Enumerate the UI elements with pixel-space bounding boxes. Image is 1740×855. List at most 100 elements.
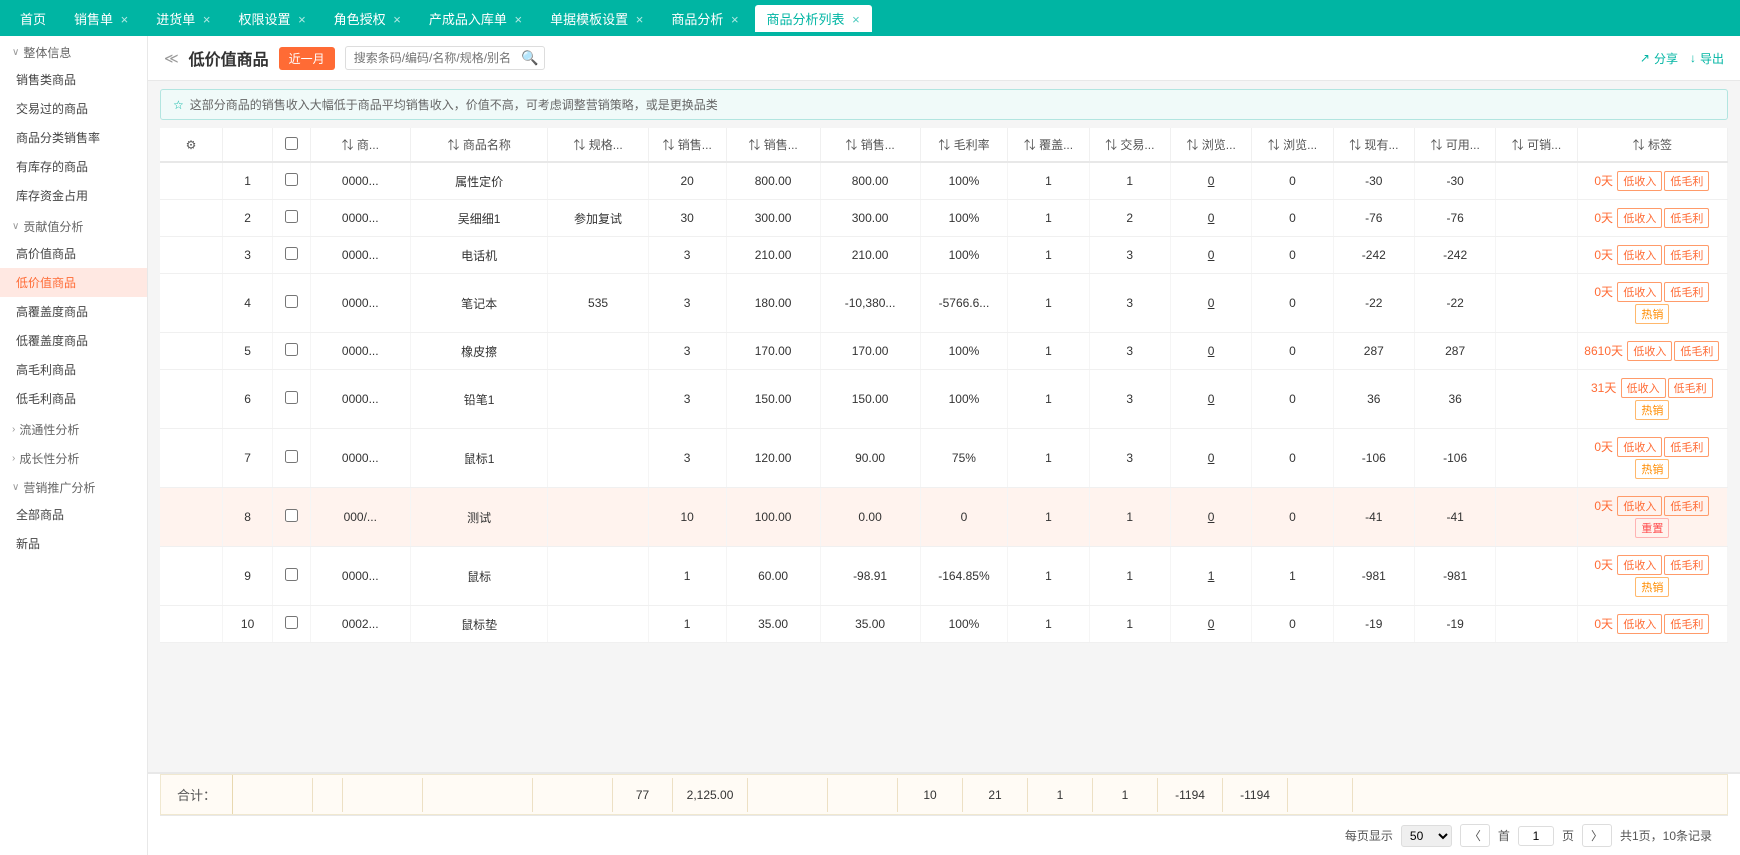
row-checkbox[interactable] [285, 616, 298, 629]
nav-tab-analysis[interactable]: 商品分析 × [659, 5, 750, 32]
sidebar-item-low-margin[interactable]: 低毛利商品 [0, 384, 147, 413]
select-all-checkbox[interactable] [285, 137, 298, 150]
col-header-sale-cost[interactable]: ⇅ 销售... [820, 128, 920, 162]
sidebar-section-marketing[interactable]: ∨ 营销推广分析 [0, 471, 147, 500]
export-btn[interactable]: ↓ 导出 [1690, 50, 1724, 67]
col-header-cover[interactable]: ⇅ 覆盖... [1008, 128, 1089, 162]
sort-icon-14: ⇅ [1512, 138, 1524, 152]
sidebar-item-category-rate[interactable]: 商品分类销售率 [0, 123, 147, 152]
col-header-settings[interactable]: ⚙ [160, 128, 223, 162]
row-checkbox[interactable] [285, 450, 298, 463]
nav-tab-purchase[interactable]: 进货单 × [144, 5, 222, 32]
sidebar-item-all-products[interactable]: 全部商品 [0, 500, 147, 529]
cell-check[interactable] [273, 370, 311, 429]
cell-check[interactable] [273, 333, 311, 370]
cell-browse2: 0 [1252, 333, 1333, 370]
col-header-sale-amt[interactable]: ⇅ 销售... [726, 128, 820, 162]
row-checkbox[interactable] [285, 391, 298, 404]
row-checkbox[interactable] [285, 568, 298, 581]
nav-tab-role[interactable]: 角色授权 × [322, 5, 413, 32]
days-badge: 0天 [1594, 558, 1613, 572]
nav-tab-sales[interactable]: 销售单 × [62, 5, 140, 32]
cell-check[interactable] [273, 488, 311, 547]
sidebar-item-low-value[interactable]: 低价值商品 [0, 268, 147, 297]
browse-link[interactable]: 0 [1208, 392, 1215, 406]
nav-tab-home[interactable]: 首页 [8, 5, 58, 32]
nav-tab-analysis-list[interactable]: 商品分析列表 × [755, 5, 872, 32]
col-header-saleable[interactable]: ⇅ 可销... [1496, 128, 1577, 162]
page-input[interactable] [1518, 826, 1554, 846]
browse-link[interactable]: 0 [1208, 510, 1215, 524]
sidebar-item-new-products[interactable]: 新品 [0, 529, 147, 558]
browse-link[interactable]: 0 [1208, 451, 1215, 465]
browse-link[interactable]: 1 [1208, 569, 1215, 583]
browse-link[interactable]: 0 [1208, 344, 1215, 358]
days-badge: 0天 [1594, 174, 1613, 188]
col-header-trade[interactable]: ⇅ 交易... [1089, 128, 1170, 162]
col-header-name[interactable]: ⇅ 商品名称 [410, 128, 548, 162]
browse-link[interactable]: 0 [1208, 211, 1215, 225]
cell-check[interactable] [273, 429, 311, 488]
cell-current: -106 [1333, 429, 1414, 488]
sidebar-item-traded-products[interactable]: 交易过的商品 [0, 94, 147, 123]
row-checkbox[interactable] [285, 295, 298, 308]
sidebar-item-high-value[interactable]: 高价值商品 [0, 239, 147, 268]
col-header-current[interactable]: ⇅ 现有... [1333, 128, 1414, 162]
nav-tab-template[interactable]: 单据模板设置 × [538, 5, 655, 32]
col-header-browse1[interactable]: ⇅ 浏览... [1170, 128, 1251, 162]
cell-sale-amt: 180.00 [726, 274, 820, 333]
col-header-sale-qty[interactable]: ⇅ 销售... [648, 128, 726, 162]
top-navigation: 首页 销售单 × 进货单 × 权限设置 × 角色授权 × 产成品入库单 × 单据… [0, 0, 1740, 36]
search-input[interactable] [345, 46, 545, 70]
per-page-select[interactable]: 50 100 [1401, 825, 1452, 847]
row-checkbox[interactable] [285, 247, 298, 260]
sidebar-item-high-coverage[interactable]: 高覆盖度商品 [0, 297, 147, 326]
col-header-check[interactable] [273, 128, 311, 162]
cell-check[interactable] [273, 547, 311, 606]
browse-link[interactable]: 0 [1208, 617, 1215, 631]
cell-current: -22 [1333, 274, 1414, 333]
cell-check[interactable] [273, 237, 311, 274]
col-header-margin[interactable]: ⇅ 毛利率 [920, 128, 1008, 162]
row-checkbox[interactable] [285, 173, 298, 186]
total-info: 共1页，10条记录 [1620, 827, 1712, 844]
row-checkbox[interactable] [285, 509, 298, 522]
row-checkbox[interactable] [285, 343, 298, 356]
col-header-tag[interactable]: ⇅ 标签 [1577, 128, 1727, 162]
browse-link[interactable]: 0 [1208, 174, 1215, 188]
first-page-btn[interactable]: 〈 [1460, 824, 1490, 847]
cell-check[interactable] [273, 162, 311, 200]
cell-check[interactable] [273, 274, 311, 333]
cell-tag: 0天 低收入低毛利 [1577, 162, 1727, 200]
cell-check[interactable] [273, 606, 311, 643]
days-badge: 8610天 [1584, 344, 1623, 358]
cell-sale-amt: 60.00 [726, 547, 820, 606]
sidebar-item-low-coverage[interactable]: 低覆盖度商品 [0, 326, 147, 355]
browse-link[interactable]: 0 [1208, 296, 1215, 310]
sidebar-section-growth[interactable]: › 成长性分析 [0, 442, 147, 471]
col-header-code[interactable]: ⇅ 商... [310, 128, 410, 162]
sidebar-section-contribution[interactable]: ∨ 贡献值分析 [0, 210, 147, 239]
nav-tab-product[interactable]: 产成品入库单 × [417, 5, 534, 32]
sidebar-item-in-stock[interactable]: 有库存的商品 [0, 152, 147, 181]
col-header-spec[interactable]: ⇅ 规格... [548, 128, 648, 162]
cell-trade: 3 [1089, 370, 1170, 429]
cell-idx: 8 [223, 488, 273, 547]
row-checkbox[interactable] [285, 210, 298, 223]
sidebar-section-circulation[interactable]: › 流通性分析 [0, 413, 147, 442]
filter-recent-month-btn[interactable]: 近一月 [279, 47, 335, 70]
browse-link[interactable]: 0 [1208, 248, 1215, 262]
sidebar-item-sales-products[interactable]: 销售类商品 [0, 65, 147, 94]
search-icon[interactable]: 🔍 [521, 50, 538, 67]
nav-tab-permission[interactable]: 权限设置 × [226, 5, 317, 32]
cell-saleable [1496, 429, 1577, 488]
share-btn[interactable]: ↗ 分享 [1640, 50, 1678, 67]
col-header-browse2[interactable]: ⇅ 浏览... [1252, 128, 1333, 162]
sidebar-section-overall[interactable]: ∨ 整体信息 [0, 36, 147, 65]
cell-check[interactable] [273, 200, 311, 237]
col-header-available[interactable]: ⇅ 可用... [1414, 128, 1495, 162]
next-page-btn[interactable]: 〉 [1582, 824, 1612, 847]
sidebar-collapse-btn[interactable]: ≪ [164, 50, 179, 67]
sidebar-item-inventory-capital[interactable]: 库存资金占用 [0, 181, 147, 210]
sidebar-item-high-margin[interactable]: 高毛利商品 [0, 355, 147, 384]
